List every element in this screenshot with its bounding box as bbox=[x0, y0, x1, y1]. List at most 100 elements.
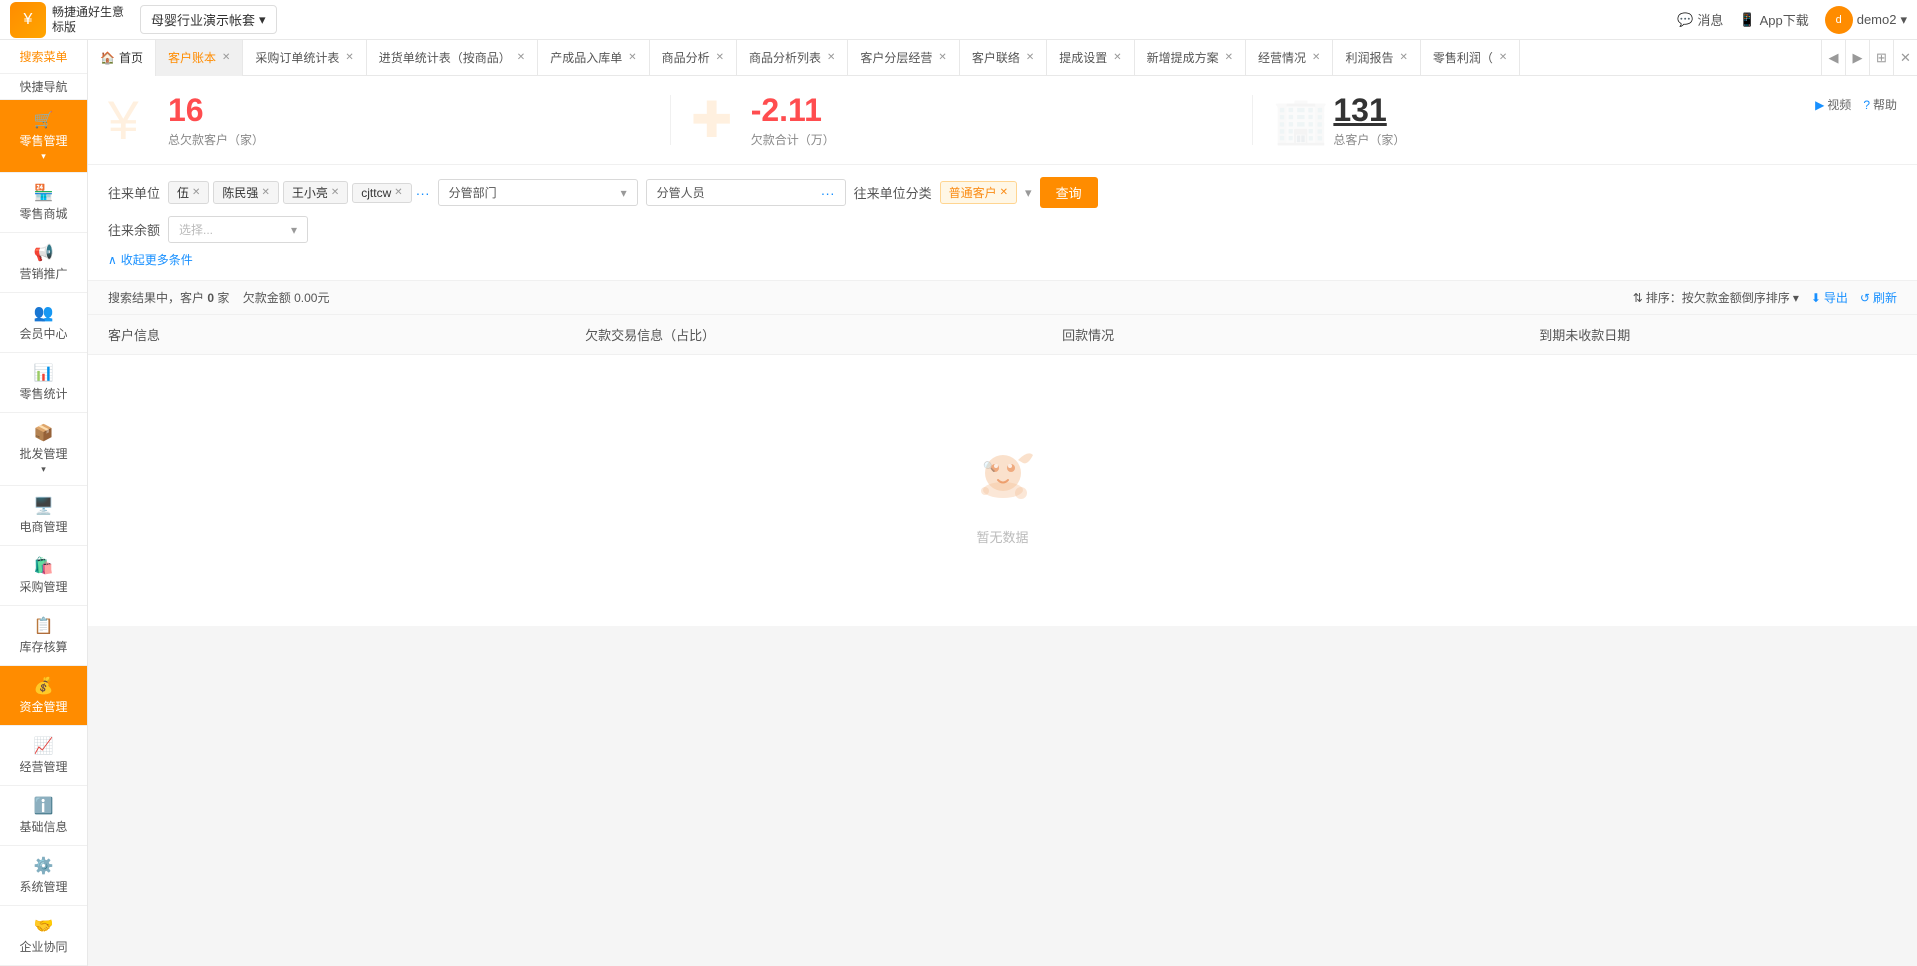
sidebar-item-label: 电商管理 bbox=[19, 518, 67, 535]
tab-close-btn[interactable]: ✕ bbox=[1113, 52, 1121, 63]
tab-close-btn[interactable]: ✕ bbox=[827, 52, 835, 63]
sidebar-item-retail-mgmt[interactable]: 🛒 零售管理 ▾ bbox=[0, 100, 87, 173]
tag-wu: 伍 ✕ bbox=[168, 181, 209, 204]
tab-close-btn[interactable]: ✕ bbox=[1499, 52, 1507, 63]
export-icon: ⬇ bbox=[1811, 291, 1821, 305]
tab-close-btn[interactable]: ✕ bbox=[628, 52, 636, 63]
account-selector[interactable]: 母婴行业演示帐套 ▾ bbox=[140, 5, 277, 34]
export-btn[interactable]: ⬇ 导出 bbox=[1811, 289, 1848, 306]
tab-add-promotion[interactable]: 新增提成方案 ✕ bbox=[1135, 40, 1246, 76]
tab-nav-right[interactable]: ▶ bbox=[1845, 40, 1869, 76]
svg-text:🔍: 🔍 bbox=[983, 460, 995, 473]
sidebar-item-label: 企业协同 bbox=[19, 938, 67, 955]
collapse-btn[interactable]: ∧ 收起更多条件 bbox=[108, 251, 1897, 268]
stat3-value[interactable]: 131 bbox=[1333, 92, 1405, 129]
refresh-btn[interactable]: ↺ 刷新 bbox=[1860, 289, 1897, 306]
unit-filter-label: 往来单位 bbox=[108, 183, 160, 202]
tab-close-btn[interactable]: ✕ bbox=[222, 52, 230, 63]
sidebar-item-retail-mall[interactable]: 🏪 零售商城 bbox=[0, 173, 87, 233]
retail-mall-icon: 🏪 bbox=[34, 183, 54, 203]
col-header-debt: 欠款交易信息（占比） bbox=[585, 325, 1062, 344]
play-icon: ▶ bbox=[1815, 98, 1824, 112]
tab-nav-left[interactable]: ◀ bbox=[1821, 40, 1845, 76]
tab-close-btn[interactable]: ✕ bbox=[938, 52, 946, 63]
tag-wang: 王小亮 ✕ bbox=[283, 181, 348, 204]
sidebar-search[interactable]: 搜索菜单 bbox=[0, 40, 87, 74]
sidebar-item-finance[interactable]: 💰 资金管理 bbox=[0, 666, 87, 726]
tab-product-analysis-list[interactable]: 商品分析列表 ✕ bbox=[737, 40, 848, 76]
retail-stats-icon: 📊 bbox=[34, 363, 54, 383]
sidebar: 搜索菜单 快捷导航 🛒 零售管理 ▾ 🏪 零售商城 📢 营销推广 👥 会员中心 … bbox=[0, 40, 88, 966]
sidebar-item-retail-stats[interactable]: 📊 零售统计 bbox=[0, 353, 87, 413]
sidebar-quick-nav[interactable]: 快捷导航 bbox=[0, 74, 87, 100]
dept-select[interactable]: 分管部门 ▾ bbox=[438, 179, 638, 206]
sidebar-item-marketing[interactable]: 📢 营销推广 bbox=[0, 233, 87, 293]
avatar: d bbox=[1825, 6, 1853, 34]
tab-close-btn[interactable]: ✕ bbox=[1312, 52, 1320, 63]
tab-expand-btn[interactable]: ⊞ bbox=[1869, 40, 1893, 76]
tab-close-btn[interactable]: ✕ bbox=[345, 52, 353, 63]
tab-close-btn[interactable]: ✕ bbox=[1399, 52, 1407, 63]
sort-btn[interactable]: ⇅ 排序：按欠款金额倒序排序 ▾ bbox=[1633, 289, 1799, 306]
tab-close-all-btn[interactable]: ✕ bbox=[1893, 40, 1917, 76]
tab-close-btn[interactable]: ✕ bbox=[517, 52, 525, 63]
sidebar-item-business[interactable]: 📈 经营管理 bbox=[0, 726, 87, 786]
tag-close-wu[interactable]: ✕ bbox=[192, 187, 200, 198]
user-menu[interactable]: d demo2 ▾ bbox=[1825, 6, 1907, 34]
tag-close-chen[interactable]: ✕ bbox=[261, 187, 269, 198]
sidebar-item-batch-mgmt[interactable]: 📦 批发管理 ▾ bbox=[0, 413, 87, 486]
tag-chen: 陈民强 ✕ bbox=[213, 181, 278, 204]
tab-business[interactable]: 经营情况 ✕ bbox=[1246, 40, 1333, 76]
filter-section: 往来单位 伍 ✕ 陈民强 ✕ bbox=[88, 165, 1917, 281]
retail-mgmt-icon: 🛒 bbox=[34, 110, 54, 130]
sidebar-item-enterprise[interactable]: 🤝 企业协同 bbox=[0, 906, 87, 966]
app-download-btn[interactable]: 📱 App下载 bbox=[1739, 10, 1808, 29]
sidebar-item-basic-info[interactable]: ℹ️ 基础信息 bbox=[0, 786, 87, 846]
sidebar-item-system[interactable]: ⚙️ 系统管理 bbox=[0, 846, 87, 906]
tag-close-category[interactable]: ✕ bbox=[1000, 187, 1008, 198]
tab-inbound-stats[interactable]: 进货单统计表（按商品） ✕ bbox=[367, 40, 538, 76]
tab-purchase-order[interactable]: 采购订单统计表 ✕ bbox=[243, 40, 366, 76]
finance-icon: 💰 bbox=[34, 676, 54, 696]
collapse-section: ∧ 收起更多条件 bbox=[108, 251, 1897, 268]
tab-promotion-settings[interactable]: 提成设置 ✕ bbox=[1047, 40, 1134, 76]
top-bar-right: 💬 消息 📱 App下载 d demo2 ▾ bbox=[1677, 6, 1907, 34]
tab-customer-ops[interactable]: 客户分层经营 ✕ bbox=[848, 40, 959, 76]
sidebar-item-inventory[interactable]: 📋 库存核算 bbox=[0, 606, 87, 666]
person-dots[interactable]: ··· bbox=[821, 185, 835, 201]
tag-close-wang[interactable]: ✕ bbox=[331, 187, 339, 198]
tab-close-btn[interactable]: ✕ bbox=[1225, 52, 1233, 63]
tag-close-cj[interactable]: ✕ bbox=[394, 187, 402, 198]
tab-close-btn[interactable]: ✕ bbox=[716, 52, 724, 63]
tab-retail-profit[interactable]: 零售利润（ ✕ bbox=[1421, 40, 1520, 76]
tab-customer-contact[interactable]: 客户联络 ✕ bbox=[960, 40, 1047, 76]
stat1-label: 总欠款客户（家） bbox=[168, 131, 264, 148]
sidebar-item-purchase[interactable]: 🛍️ 采购管理 bbox=[0, 546, 87, 606]
balance-select[interactable]: 选择... ▾ bbox=[168, 216, 308, 243]
sidebar-item-ecommerce[interactable]: 🖥️ 电商管理 bbox=[0, 486, 87, 546]
filter-row-1: 往来单位 伍 ✕ 陈民强 ✕ bbox=[108, 177, 1897, 208]
more-tags-btn[interactable]: ··· bbox=[416, 185, 430, 201]
tab-close-btn[interactable]: ✕ bbox=[1026, 52, 1034, 63]
tab-customer-accounts[interactable]: 客户账本 ✕ bbox=[156, 40, 243, 76]
chevron-down-icon: ▾ bbox=[259, 12, 266, 28]
category-select[interactable]: ▾ bbox=[1025, 185, 1032, 201]
tab-home[interactable]: 🏠 首页 bbox=[88, 40, 156, 76]
balance-filter-label: 往来余额 bbox=[108, 220, 160, 239]
query-button[interactable]: 查询 bbox=[1040, 177, 1098, 208]
chevron-up-icon: ∧ bbox=[108, 253, 117, 267]
results-bar-right: ⇅ 排序：按欠款金额倒序排序 ▾ ⬇ 导出 ↺ 刷新 bbox=[1633, 289, 1897, 306]
stat2-bg-icon: ✚ bbox=[691, 91, 733, 149]
sidebar-item-label: 采购管理 bbox=[19, 578, 67, 595]
ecommerce-icon: 🖥️ bbox=[34, 496, 54, 516]
video-btn[interactable]: ▶ 视频 bbox=[1815, 96, 1851, 113]
message-btn[interactable]: 💬 消息 bbox=[1677, 10, 1723, 29]
tab-product-analysis[interactable]: 商品分析 ✕ bbox=[650, 40, 737, 76]
person-select[interactable]: 分管人员 ··· bbox=[646, 179, 846, 206]
empty-text: 暂无数据 bbox=[976, 527, 1028, 546]
results-bar: 搜索结果中，客户 0 家 欠款金额 0.00元 ⇅ 排序：按欠款金额倒序排序 bbox=[88, 281, 1917, 315]
help-btn[interactable]: ? 帮助 bbox=[1863, 96, 1897, 113]
tab-profit-report[interactable]: 利润报告 ✕ bbox=[1333, 40, 1420, 76]
sidebar-item-member-center[interactable]: 👥 会员中心 bbox=[0, 293, 87, 353]
tab-product-inbound[interactable]: 产成品入库单 ✕ bbox=[538, 40, 649, 76]
